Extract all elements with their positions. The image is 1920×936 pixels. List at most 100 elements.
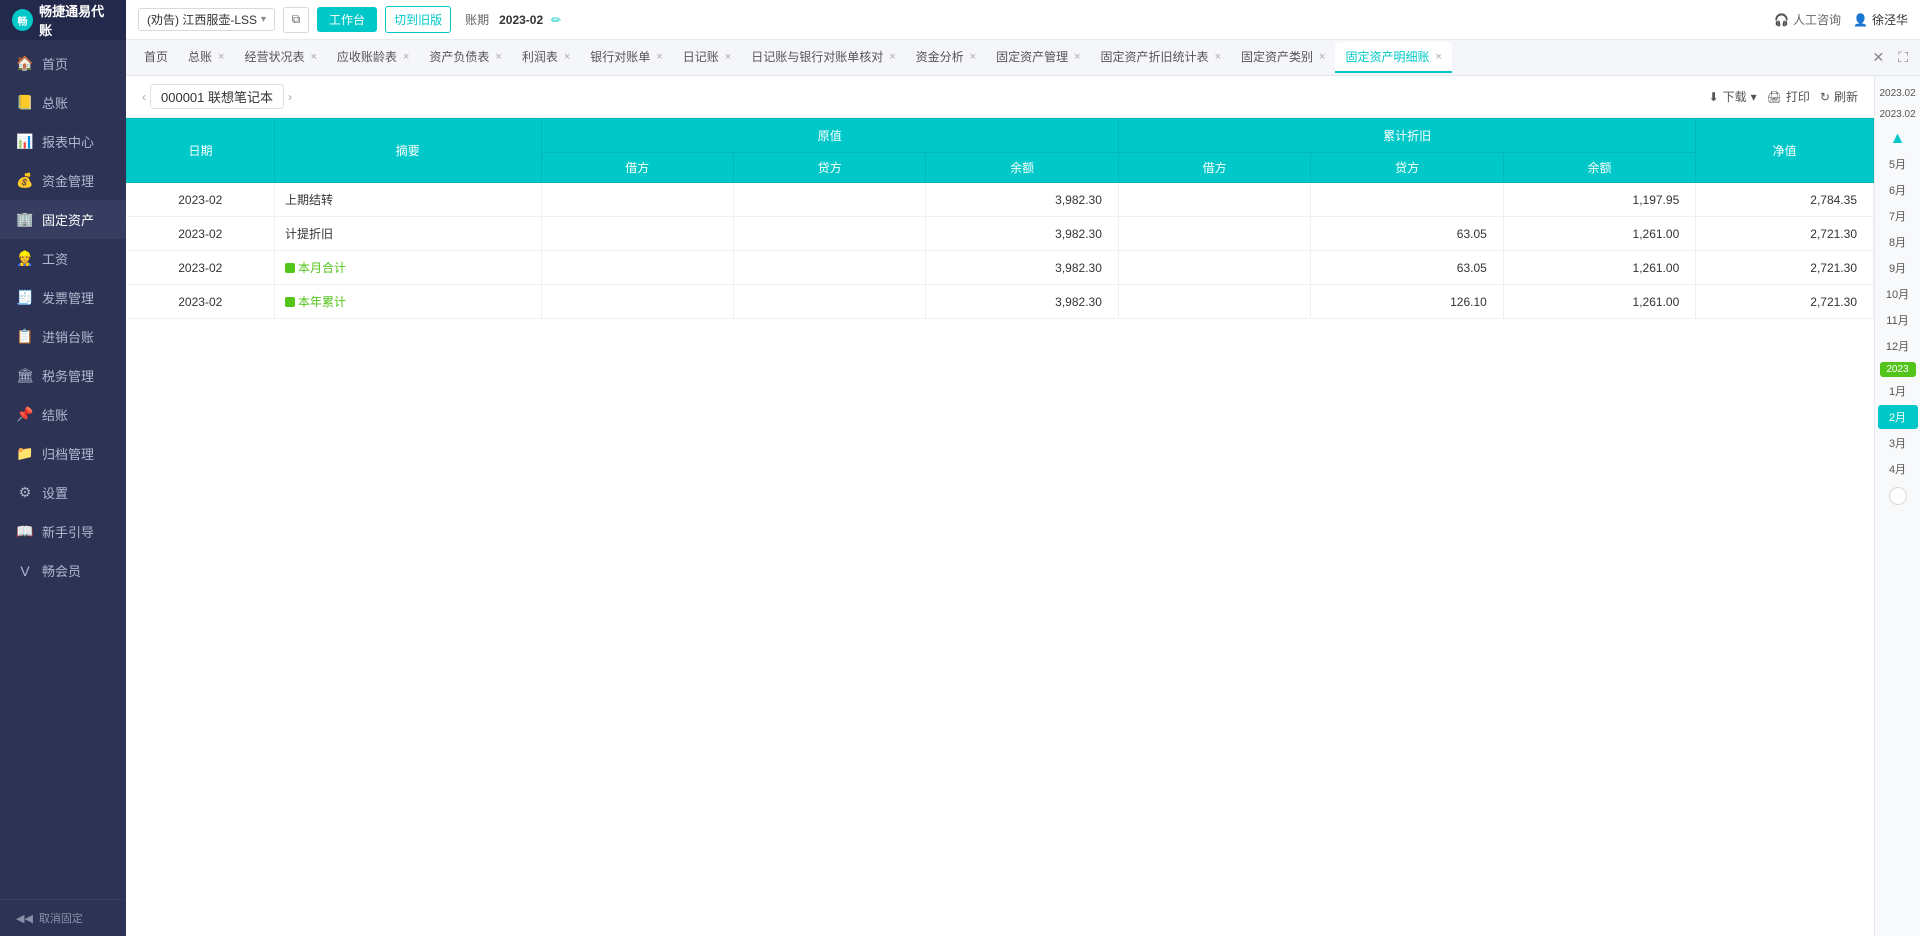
workbench-button[interactable]: 工作台 [317,7,377,32]
sidebar-icon-6: 🧾 [16,289,34,306]
tab-资金分析[interactable]: 资金分析× [906,42,986,73]
cell-dep-debit [1118,183,1310,217]
table-row: 2023-02 本月合计 3,982.30 63.05 1,261.00 2,7… [127,251,1874,285]
tab-label-7: 日记账 [683,48,719,65]
tab-close-3[interactable]: × [403,51,409,63]
refresh-label: 刷新 [1834,88,1858,105]
tab-应收账龄表[interactable]: 应收账龄表× [327,42,419,73]
tab-总账[interactable]: 总账× [178,42,234,73]
sidebar-icon-1: 📒 [16,94,34,111]
content-main: ‹ 000001 联想笔记本 › ⬇ 下载 ▾ 🖨 打印 ↻ 刷新 [126,76,1874,936]
cell-date: 2023-02 [127,285,275,319]
copy-button[interactable]: ⧉ [283,7,309,33]
sidebar-label-9: 结账 [42,405,68,424]
tab-固定资产管理[interactable]: 固定资产管理× [986,42,1090,73]
sidebar-label-1: 总账 [42,93,68,112]
cell-orig-debit [541,251,733,285]
col-date: 日期 [127,119,275,183]
company-selector[interactable]: (劝告) 江西服壶-LSS ▾ [138,8,275,31]
tab-资产负债表[interactable]: 资产负债表× [419,42,511,73]
sidebar-item-首页[interactable]: 🏠首页 [0,44,126,83]
tab-bar: 首页总账×经营状况表×应收账龄表×资产负债表×利润表×银行对账单×日记账×日记账… [126,40,1920,76]
refresh-button[interactable]: ↻ 刷新 [1820,88,1858,105]
download-button[interactable]: ⬇ 下载 ▾ [1709,88,1757,105]
cell-orig-balance: 3,982.30 [926,183,1118,217]
sidebar-item-发票管理[interactable]: 🧾发票管理 [0,278,126,317]
tab-close-12[interactable]: × [1319,51,1325,63]
switch-version-button[interactable]: 切到旧版 [385,6,451,33]
right-panel-month-2月[interactable]: 2月 [1878,405,1918,429]
sidebar-item-归档管理[interactable]: 📁归档管理 [0,434,126,473]
sidebar-item-工资[interactable]: 👷工资 [0,239,126,278]
sidebar-item-进销台账[interactable]: 📋进销台账 [0,317,126,356]
tab-固定资产折旧统计表[interactable]: 固定资产折旧统计表× [1091,42,1231,73]
right-panel-month-6月[interactable]: 6月 [1878,178,1918,202]
tab-close-13[interactable]: × [1435,51,1441,63]
tab-close-2[interactable]: × [310,51,316,63]
sidebar-item-资金管理[interactable]: 💰资金管理 [0,161,126,200]
right-panel-month-10月[interactable]: 10月 [1878,282,1918,306]
sidebar-footer-pin[interactable]: ◀◀ 取消固定 [0,899,126,936]
sidebar-icon-5: 👷 [16,250,34,267]
sidebar-item-结账[interactable]: 📌结账 [0,395,126,434]
right-panel-month-7月[interactable]: 7月 [1878,204,1918,228]
maximize-button[interactable]: ⛶ [1894,47,1912,68]
footer-label: 取消固定 [39,910,83,926]
tab-首页[interactable]: 首页 [134,42,178,73]
tab-close-6[interactable]: × [656,51,662,63]
right-panel-month-8月[interactable]: 8月 [1878,230,1918,254]
service-button[interactable]: 🎧 人工咨询 [1774,11,1841,28]
right-panel-month-12月[interactable]: 12月 [1878,334,1918,358]
topbar: (劝告) 江西服壶-LSS ▾ ⧉ 工作台 切到旧版 账期 2023-02 ✏ … [126,0,1920,40]
right-panel-month-9月[interactable]: 9月 [1878,256,1918,280]
sidebar-item-新手引导[interactable]: 📖新手引导 [0,512,126,551]
tab-close-1[interactable]: × [218,51,224,63]
right-panel-month-4月[interactable]: 4月 [1878,457,1918,481]
tab-close-7[interactable]: × [725,51,731,63]
tab-利润表[interactable]: 利润表× [512,42,580,73]
tab-close-8[interactable]: × [889,51,895,63]
right-panel-month-5月[interactable]: 5月 [1878,152,1918,176]
cell-date: 2023-02 [127,183,275,217]
right-panel-date-2: 2023.02 [1878,105,1918,124]
tab-close-9[interactable]: × [970,51,976,63]
tab-label-0: 首页 [144,48,168,65]
breadcrumb-forward-icon[interactable]: › [288,90,292,104]
tab-日记账与银行对账单核对[interactable]: 日记账与银行对账单核对× [741,42,905,73]
company-name: (劝告) 江西服壶-LSS [147,11,257,28]
headset-icon: 🎧 [1774,13,1789,27]
panel-up-icon[interactable]: ▲ [1890,130,1906,148]
tab-日记账[interactable]: 日记账 × [673,42,741,73]
print-button[interactable]: 🖨 打印 [1767,88,1810,105]
sidebar-item-总账[interactable]: 📒 总账 [0,83,126,122]
right-panel-month-11月[interactable]: 11月 [1878,308,1918,332]
sidebar-item-税务管理[interactable]: 🏛税务管理 [0,356,126,395]
period-edit-icon[interactable]: ✏ [551,13,561,27]
tab-close-4[interactable]: × [495,51,501,63]
tab-固定资产明细账[interactable]: 固定资产明细账× [1335,42,1451,73]
breadcrumb-item[interactable]: 000001 联想笔记本 [150,84,284,109]
tab-close-11[interactable]: × [1215,51,1221,63]
cell-description: 上期结转 [275,183,541,217]
sidebar-item-畅会员[interactable]: V畅会员 [0,551,126,590]
user-name: 徐泾华 [1872,11,1908,28]
tab-close-10[interactable]: × [1074,51,1080,63]
tab-固定资产类别[interactable]: 固定资产类别× [1231,42,1335,73]
right-panel-month-3月[interactable]: 3月 [1878,431,1918,455]
sidebar-icon-3: 💰 [16,172,34,189]
right-panel-month-1月[interactable]: 1月 [1878,379,1918,403]
tab-经营状况表[interactable]: 经营状况表× [234,42,326,73]
sidebar-item-设置[interactable]: ⚙设置 [0,473,126,512]
close-all-tabs-button[interactable]: ✕ [1868,47,1888,68]
table-container: 日期 摘要 原值 累计折旧 净值 借方 贷方 余额 借方 贷方 余额 [126,118,1874,936]
tab-close-5[interactable]: × [564,51,570,63]
cell-orig-credit [733,285,925,319]
user-menu[interactable]: 👤 徐泾华 [1853,11,1908,28]
sidebar-item-报表中心[interactable]: 📊报表中心 [0,122,126,161]
col-net-value: 净值 [1696,119,1874,183]
tab-银行对账单[interactable]: 银行对账单× [580,42,672,73]
right-panel-scroll-dot[interactable] [1889,487,1907,505]
cell-description: 计提折旧 [275,217,541,251]
sidebar-item-固定资产[interactable]: 🏢固定资产 [0,200,126,239]
breadcrumb-back-icon[interactable]: ‹ [142,90,146,104]
